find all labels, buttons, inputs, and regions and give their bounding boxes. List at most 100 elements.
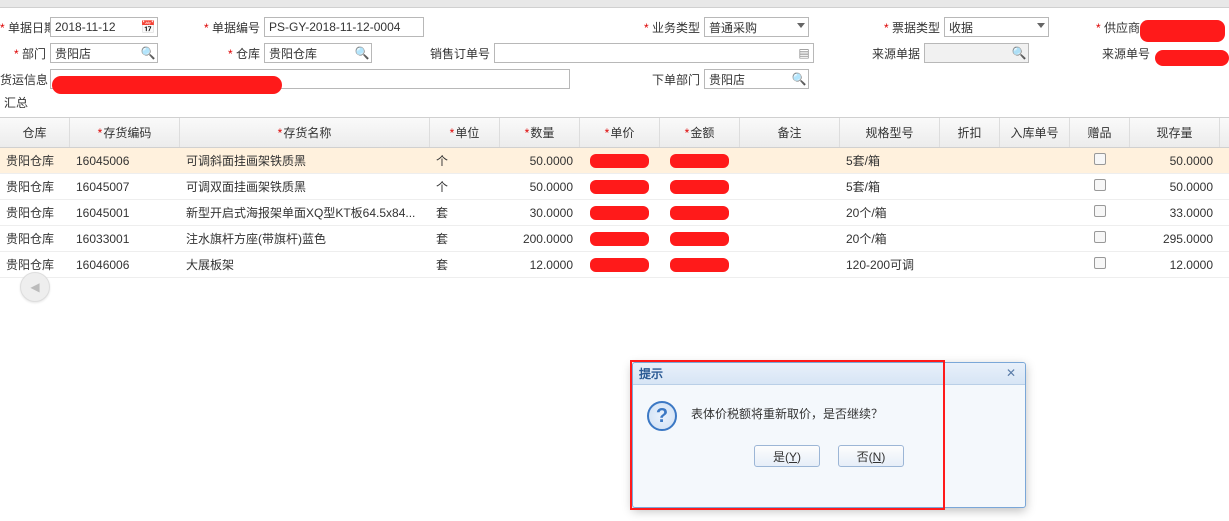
col-inno[interactable]: 入库单号 xyxy=(1000,118,1070,147)
table-row[interactable]: 贵阳仓库16045001新型开启式海报架单面XQ型KT板64.5x84...套3… xyxy=(0,200,1229,226)
col-warehouse[interactable]: 仓库 xyxy=(0,118,70,147)
orderdept-label: 下单部门 xyxy=(640,71,704,88)
biztype-select[interactable] xyxy=(704,17,809,37)
cell-wh: 贵阳仓库 xyxy=(0,152,70,169)
cell-price xyxy=(580,154,660,168)
redaction-mark xyxy=(590,232,649,246)
redaction-mark xyxy=(590,154,649,168)
cell-spec: 20个/箱 xyxy=(840,204,940,221)
cell-stock: 33.0000 xyxy=(1130,206,1220,220)
search-icon[interactable]: 🔍 xyxy=(1011,45,1027,61)
redaction-mark xyxy=(670,206,729,220)
date-label: 单据日期 xyxy=(0,19,50,36)
gift-checkbox[interactable] xyxy=(1094,257,1106,269)
dialog-title: 提示 xyxy=(639,365,1003,382)
grid-header: 仓库 存货编码 存货名称 单位 数量 单价 金额 备注 规格型号 折扣 入库单号… xyxy=(0,118,1229,148)
table-row[interactable]: 贵阳仓库16045006可调斜面挂画架铁质黑个50.00005套/箱50.000… xyxy=(0,148,1229,174)
cell-gift xyxy=(1070,231,1130,246)
col-amt[interactable]: 金额 xyxy=(660,118,740,147)
cell-amt xyxy=(660,232,740,246)
col-spec[interactable]: 规格型号 xyxy=(840,118,940,147)
dialog-message: 表体价税额将重新取价，是否继续？ xyxy=(691,401,883,422)
cell-price xyxy=(580,180,660,194)
cell-gift xyxy=(1070,257,1130,272)
cell-code: 16045007 xyxy=(70,180,180,194)
cell-code: 16045006 xyxy=(70,154,180,168)
confirm-dialog: 提示 ✕ ? 表体价税额将重新取价，是否继续？ 是(Y) 否(N) xyxy=(632,362,1026,508)
dialog-titlebar[interactable]: 提示 ✕ xyxy=(633,363,1025,385)
nav-back-button[interactable]: ◀ xyxy=(20,272,50,302)
table-row[interactable]: 贵阳仓库16033001注水旗杆方座(带旗杆)蓝色套200.000020个/箱2… xyxy=(0,226,1229,252)
col-code[interactable]: 存货编码 xyxy=(70,118,180,147)
cell-unit: 套 xyxy=(430,204,500,221)
cell-qty: 200.0000 xyxy=(500,232,580,246)
form-area: 单据日期 📅 单据编号 业务类型 票据类型 供应商 xyxy=(0,8,1229,117)
biztype-label: 业务类型 xyxy=(640,19,704,36)
table-row[interactable]: 贵阳仓库16045007可调双面挂画架铁质黑个50.00005套/箱50.000… xyxy=(0,174,1229,200)
cell-amt xyxy=(660,258,740,272)
cell-unit: 套 xyxy=(430,256,500,273)
search-icon[interactable]: 🔍 xyxy=(791,71,807,87)
calendar-icon[interactable]: 📅 xyxy=(140,19,156,35)
col-qty[interactable]: 数量 xyxy=(500,118,580,147)
redaction-mark xyxy=(670,154,729,168)
search-icon[interactable]: 🔍 xyxy=(354,45,370,61)
yes-button[interactable]: 是(Y) xyxy=(754,445,820,467)
cell-gift xyxy=(1070,205,1130,220)
cell-name: 新型开启式海报架单面XQ型KT板64.5x84... xyxy=(180,204,430,221)
chevron-down-icon[interactable] xyxy=(797,23,805,28)
gift-checkbox[interactable] xyxy=(1094,205,1106,217)
cell-stock: 12.0000 xyxy=(1130,258,1220,272)
cell-wh: 贵阳仓库 xyxy=(0,230,70,247)
cell-qty: 50.0000 xyxy=(500,180,580,194)
summary-label: 汇总 xyxy=(0,92,1229,113)
col-disc[interactable]: 折扣 xyxy=(940,118,1000,147)
table-row[interactable]: 贵阳仓库16046006大展板架套12.0000120-200可调12.0000 xyxy=(0,252,1229,278)
cell-qty: 50.0000 xyxy=(500,154,580,168)
search-icon[interactable]: 🔍 xyxy=(140,45,156,61)
salesorder-input[interactable] xyxy=(494,43,814,63)
cell-wh: 贵阳仓库 xyxy=(0,256,70,273)
redaction-mark xyxy=(590,258,649,272)
cell-unit: 套 xyxy=(430,230,500,247)
cell-price xyxy=(580,206,660,220)
cell-stock: 50.0000 xyxy=(1130,154,1220,168)
cell-spec: 120-200可调 xyxy=(840,256,940,273)
cell-name: 大展板架 xyxy=(180,256,430,273)
grid-body: 贵阳仓库16045006可调斜面挂画架铁质黑个50.00005套/箱50.000… xyxy=(0,148,1229,278)
list-icon[interactable]: ▤ xyxy=(796,45,812,61)
tickettype-label: 票据类型 xyxy=(880,19,944,36)
cell-amt xyxy=(660,206,740,220)
docno-input[interactable] xyxy=(264,17,424,37)
cell-price xyxy=(580,232,660,246)
chevron-down-icon[interactable] xyxy=(1037,23,1045,28)
gift-checkbox[interactable] xyxy=(1094,153,1106,165)
tickettype-select[interactable] xyxy=(944,17,1049,37)
docno-label: 单据编号 xyxy=(200,19,264,36)
col-price[interactable]: 单价 xyxy=(580,118,660,147)
cell-spec: 5套/箱 xyxy=(840,178,940,195)
cell-name: 注水旗杆方座(带旗杆)蓝色 xyxy=(180,230,430,247)
cell-gift xyxy=(1070,153,1130,168)
cell-name: 可调斜面挂画架铁质黑 xyxy=(180,152,430,169)
no-button[interactable]: 否(N) xyxy=(838,445,904,467)
salesorder-label: 销售订单号 xyxy=(420,45,494,62)
col-name[interactable]: 存货名称 xyxy=(180,118,430,147)
cell-code: 16046006 xyxy=(70,258,180,272)
redaction-mark xyxy=(670,258,729,272)
cell-spec: 20个/箱 xyxy=(840,230,940,247)
redaction-mark xyxy=(670,232,729,246)
cell-stock: 50.0000 xyxy=(1130,180,1220,194)
col-remark[interactable]: 备注 xyxy=(740,118,840,147)
freight-label: 货运信息 xyxy=(0,71,50,88)
col-gift[interactable]: 赠品 xyxy=(1070,118,1130,147)
wh-label: 仓库 xyxy=(200,45,264,62)
close-icon[interactable]: ✕ xyxy=(1003,366,1019,382)
cell-gift xyxy=(1070,179,1130,194)
gift-checkbox[interactable] xyxy=(1094,231,1106,243)
col-unit[interactable]: 单位 xyxy=(430,118,500,147)
col-stock[interactable]: 现存量 xyxy=(1130,118,1220,147)
gift-checkbox[interactable] xyxy=(1094,179,1106,191)
data-grid: 仓库 存货编码 存货名称 单位 数量 单价 金额 备注 规格型号 折扣 入库单号… xyxy=(0,117,1229,278)
freight-input[interactable] xyxy=(50,69,570,89)
